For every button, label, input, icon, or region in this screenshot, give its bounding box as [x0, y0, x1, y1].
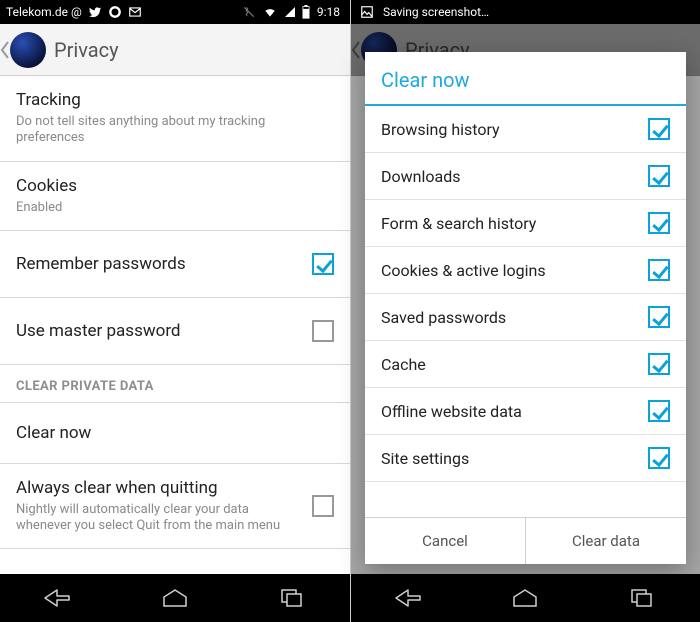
- remember-passwords-row[interactable]: Remember passwords: [0, 231, 350, 298]
- cookies-row[interactable]: Cookies Enabled: [0, 162, 350, 231]
- dialog-item-label: Cache: [381, 355, 648, 374]
- cookies-title: Cookies: [16, 176, 334, 196]
- saving-label: Saving screenshot…: [383, 5, 489, 19]
- status-bar: Telekom.de @ 9:18: [0, 0, 350, 24]
- dialog-item-checkbox[interactable]: [648, 447, 670, 469]
- dialog-item-label: Cookies & active logins: [381, 261, 648, 280]
- settings-header: Privacy: [0, 24, 350, 76]
- firefox-icon: [108, 5, 122, 19]
- clear-data-button[interactable]: Clear data: [525, 518, 686, 564]
- dialog-item-checkbox[interactable]: [648, 212, 670, 234]
- dialog-item[interactable]: Site settings: [365, 435, 686, 482]
- nav-back-icon[interactable]: [379, 574, 439, 622]
- dialog-item[interactable]: Cache: [365, 341, 686, 388]
- dialog-item[interactable]: Browsing history: [365, 106, 686, 153]
- master-password-title: Use master password: [16, 321, 312, 341]
- dialog-title: Clear now: [365, 52, 686, 104]
- nav-recent-icon[interactable]: [612, 574, 672, 622]
- always-clear-title: Always clear when quitting: [16, 478, 302, 498]
- clear-now-row[interactable]: Clear now: [0, 403, 350, 464]
- dialog-item[interactable]: Downloads: [365, 153, 686, 200]
- dialog-item-label: Saved passwords: [381, 308, 648, 327]
- dialog-item-label: Offline website data: [381, 402, 648, 421]
- status-bar-right: Saving screenshot…: [351, 0, 700, 24]
- dialog-item-checkbox[interactable]: [648, 306, 670, 328]
- dialog-item-checkbox[interactable]: [648, 353, 670, 375]
- clock-label: 9:18: [317, 5, 340, 19]
- nav-bar-right: [351, 574, 700, 622]
- settings-list: Tracking Do not tell sites anything abou…: [0, 76, 350, 574]
- master-password-checkbox[interactable]: [312, 320, 334, 342]
- page-title: Privacy: [54, 38, 119, 62]
- dialog-item[interactable]: Saved passwords: [365, 294, 686, 341]
- dialog-item[interactable]: Cookies & active logins: [365, 247, 686, 294]
- nav-recent-icon[interactable]: [262, 574, 322, 622]
- dialog-item-label: Downloads: [381, 167, 648, 186]
- clear-now-title: Clear now: [16, 423, 334, 443]
- tracking-desc: Do not tell sites anything about my trac…: [16, 114, 334, 147]
- signal-icon: [284, 6, 296, 18]
- dialog-items: Browsing history Downloads Form & search h…: [365, 106, 686, 517]
- dialog-item[interactable]: Form & search history: [365, 200, 686, 247]
- at-icon: @: [71, 5, 82, 19]
- dialog-item-label: Site settings: [381, 449, 648, 468]
- clear-private-data-section: CLEAR PRIVATE DATA: [0, 365, 350, 403]
- dialog-item[interactable]: Offline website data: [365, 388, 686, 435]
- cookies-desc: Enabled: [16, 200, 334, 216]
- tracking-title: Tracking: [16, 90, 334, 110]
- vibrate-icon: [242, 5, 256, 19]
- remember-passwords-title: Remember passwords: [16, 254, 312, 274]
- dialog-item-label: Form & search history: [381, 214, 648, 233]
- always-clear-row[interactable]: Always clear when quitting Nightly will …: [0, 464, 350, 550]
- wifi-icon: [262, 5, 278, 19]
- always-clear-checkbox[interactable]: [312, 495, 334, 517]
- nav-bar: [0, 574, 350, 622]
- dialog-item-checkbox[interactable]: [648, 400, 670, 422]
- app-globe-icon[interactable]: [10, 32, 46, 68]
- battery-icon: [302, 5, 310, 19]
- nav-home-icon[interactable]: [495, 574, 555, 622]
- nav-home-icon[interactable]: [145, 574, 205, 622]
- always-clear-desc: Nightly will automatically clear your da…: [16, 502, 302, 535]
- dialog-buttons: Cancel Clear data: [365, 517, 686, 564]
- tracking-row[interactable]: Tracking Do not tell sites anything abou…: [0, 76, 350, 162]
- dialog-item-checkbox[interactable]: [648, 118, 670, 140]
- mail-icon: [128, 5, 142, 19]
- dialog-item-label: Browsing history: [381, 120, 648, 139]
- dialog-item-checkbox[interactable]: [648, 259, 670, 281]
- dialog-item-checkbox[interactable]: [648, 165, 670, 187]
- cancel-button[interactable]: Cancel: [365, 518, 525, 564]
- twitter-icon: [88, 5, 102, 19]
- nav-back-icon[interactable]: [28, 574, 88, 622]
- master-password-row[interactable]: Use master password: [0, 298, 350, 365]
- clear-now-dialog: Clear now Browsing history Downloads Form …: [365, 52, 686, 564]
- back-chevron-icon[interactable]: [0, 24, 10, 76]
- image-icon: [360, 5, 374, 19]
- carrier-label: Telekom.de: [6, 5, 68, 19]
- remember-passwords-checkbox[interactable]: [312, 253, 334, 275]
